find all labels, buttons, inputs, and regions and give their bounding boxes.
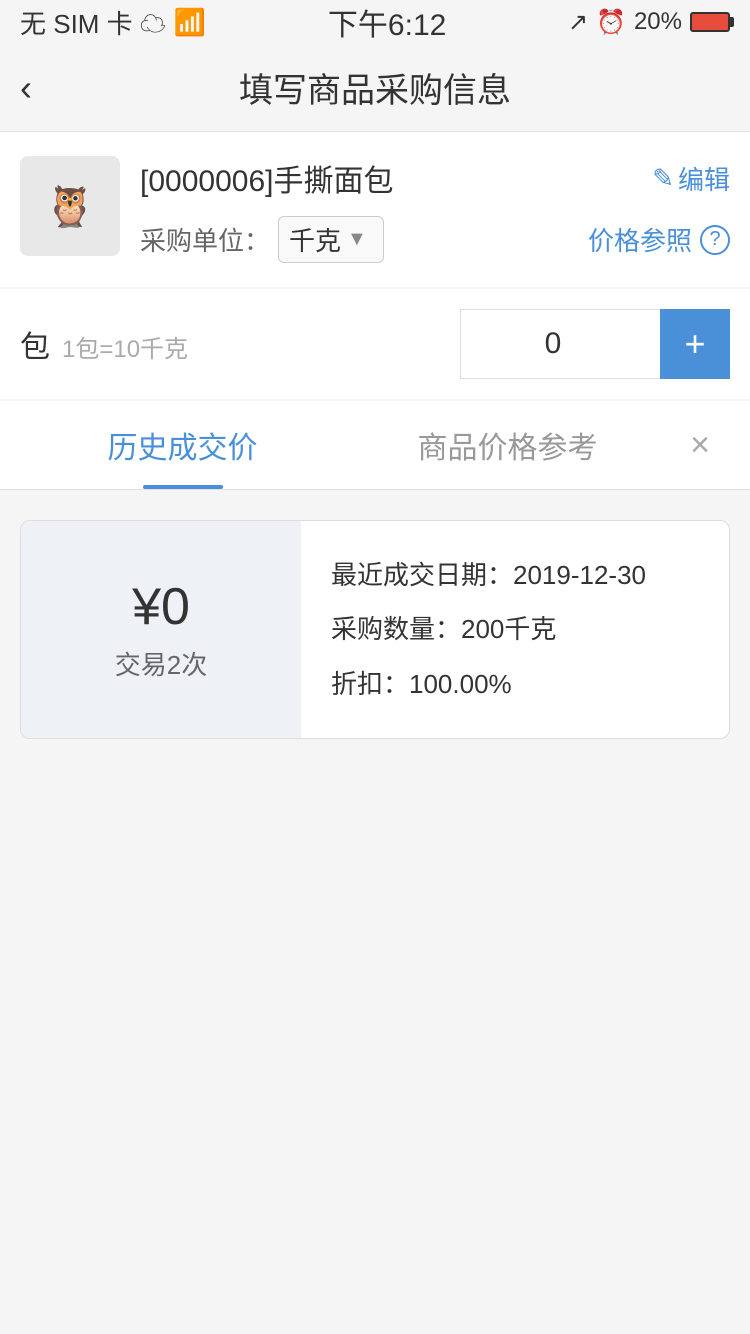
nav-bar: ‹ 填写商品采购信息 <box>0 44 750 132</box>
edit-button[interactable]: ✎ 编辑 <box>652 160 730 197</box>
price-trades: 交易2次 <box>115 645 207 682</box>
quantity-hint: 1包=10千克 <box>62 329 188 364</box>
tab-product-price-ref-label: 商品价格参考 <box>418 423 598 467</box>
tabs-row: 历史成交价 商品价格参考 × <box>0 401 750 489</box>
battery-percent: 20% <box>634 8 682 36</box>
recent-date-row: 最近成交日期：2019-12-30 <box>331 557 699 593</box>
tab-history-price[interactable]: 历史成交价 <box>20 401 345 489</box>
price-reference-button[interactable]: 价格参照 ? <box>588 221 730 258</box>
unit-value: 千克 <box>289 221 341 258</box>
status-bar: 无 SIM 卡 ☁ 📶 下午6:12 ↗ ⏰ 20% <box>0 0 750 44</box>
product-section: 🦉 [0000006]手撕面包 ✎ 编辑 采购单位： 千克 ▼ <box>0 132 750 287</box>
purchase-quantity-label: 采购数量： <box>331 614 461 644</box>
quantity-input-wrap: + <box>460 309 730 379</box>
product-image: 🦉 <box>20 156 120 256</box>
sim-status: 无 SIM 卡 ☁ <box>20 4 166 41</box>
unit-label: 采购单位： <box>140 221 270 258</box>
product-name: [0000006]手撕面包 <box>140 156 393 200</box>
quantity-section: 包 1包=10千克 + <box>0 289 750 399</box>
location-icon: ↗ <box>568 8 588 37</box>
product-row: 🦉 [0000006]手撕面包 ✎ 编辑 采购单位： 千克 ▼ <box>20 156 730 263</box>
status-left: 无 SIM 卡 ☁ 📶 <box>20 4 206 41</box>
edit-label: 编辑 <box>678 160 730 197</box>
wifi-icon: 📶 <box>174 7 206 38</box>
tab-active-indicator <box>143 485 223 489</box>
quantity-input[interactable] <box>460 309 660 379</box>
tabs-section: 历史成交价 商品价格参考 × <box>0 401 750 490</box>
price-card-section: ¥0 交易2次 最近成交日期：2019-12-30 采购数量：200千克 折扣：… <box>0 490 750 769</box>
purchase-quantity-value: 200千克 <box>461 614 556 644</box>
product-info: [0000006]手撕面包 ✎ 编辑 采购单位： 千克 ▼ 价格参照 ? <box>140 156 730 263</box>
discount-value: 100.00% <box>409 669 512 699</box>
edit-icon: ✎ <box>652 163 674 194</box>
tabs-close-button[interactable]: × <box>670 426 730 465</box>
recent-date-value: 2019-12-30 <box>513 560 646 590</box>
recent-date-label: 最近成交日期： <box>331 560 513 590</box>
price-right: 最近成交日期：2019-12-30 采购数量：200千克 折扣：100.00% <box>301 521 729 738</box>
price-card: ¥0 交易2次 最近成交日期：2019-12-30 采购数量：200千克 折扣：… <box>20 520 730 739</box>
status-time: 下午6:12 <box>328 0 446 44</box>
quantity-label-wrap: 包 1包=10千克 <box>20 322 188 366</box>
back-button[interactable]: ‹ <box>20 67 32 109</box>
battery-icon <box>690 12 730 32</box>
alarm-icon: ⏰ <box>596 8 626 37</box>
chevron-down-icon: ▼ <box>347 228 367 251</box>
price-amount: ¥0 <box>132 577 190 637</box>
quantity-unit: 包 <box>20 322 50 366</box>
purchase-quantity-row: 采购数量：200千克 <box>331 611 699 647</box>
product-thumbnail: 🦉 <box>45 183 95 230</box>
info-icon: ? <box>700 225 730 255</box>
status-right: ↗ ⏰ 20% <box>568 8 730 37</box>
page-title: 填写商品采购信息 <box>239 63 511 112</box>
price-left: ¥0 交易2次 <box>21 521 301 738</box>
discount-row: 折扣：100.00% <box>331 666 699 702</box>
tab-history-price-label: 历史成交价 <box>108 423 258 467</box>
tab-product-price-ref[interactable]: 商品价格参考 <box>345 401 670 489</box>
product-header: [0000006]手撕面包 ✎ 编辑 <box>140 156 730 200</box>
discount-label: 折扣： <box>331 669 409 699</box>
unit-selector[interactable]: 千克 ▼ <box>278 216 384 263</box>
product-unit-row: 采购单位： 千克 ▼ 价格参照 ? <box>140 216 730 263</box>
quantity-plus-button[interactable]: + <box>660 309 730 379</box>
price-ref-label: 价格参照 <box>588 221 692 258</box>
